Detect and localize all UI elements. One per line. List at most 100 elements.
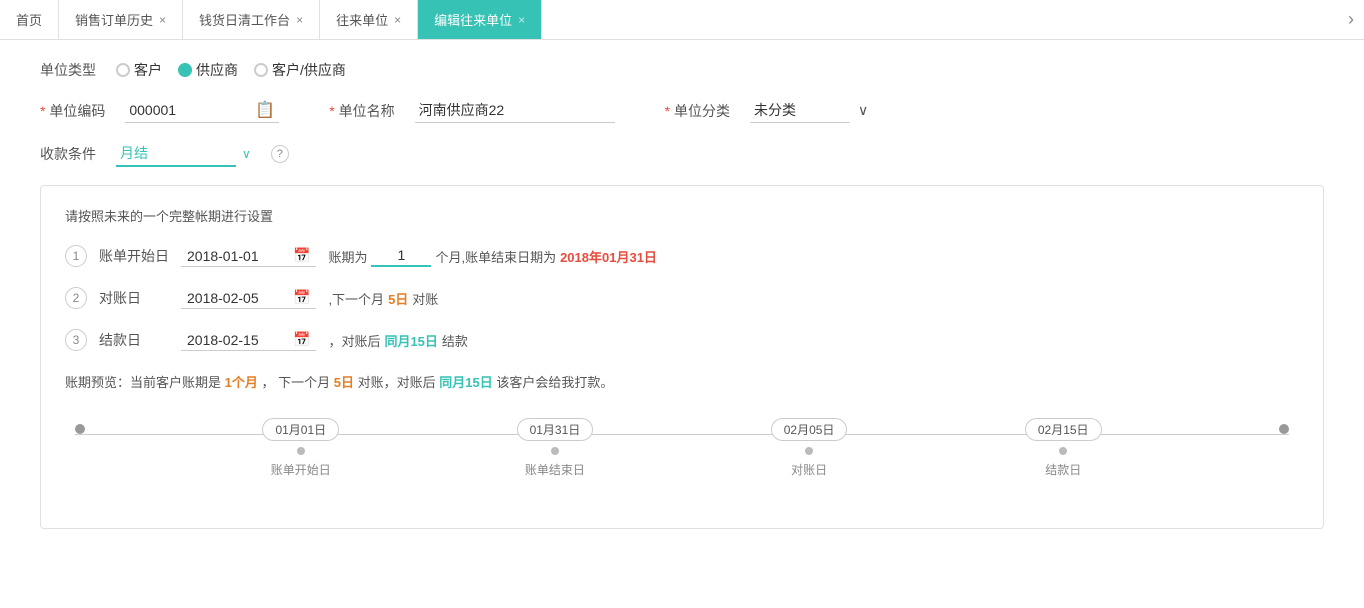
preview-reconcile-post: 对账，对账后 (358, 375, 436, 390)
step-1-desc-pre: 账期为 (328, 247, 367, 266)
step-2-date-input[interactable] (187, 290, 287, 306)
timeline-dot-2 (551, 447, 559, 455)
timeline-label-3: 对账日 (791, 461, 827, 478)
radio-both[interactable]: 客户/供应商 (254, 60, 346, 80)
step-3-desc-pre: ，对账后 (328, 331, 380, 350)
unit-type-label: 单位类型 (40, 60, 96, 80)
step-2-label: 对账日 (99, 288, 169, 308)
unit-code-icon[interactable]: 📋 (255, 100, 275, 120)
tab-partner-label: 往来单位 (336, 10, 388, 29)
preview-label: 账期预览：当前客户账期是 (65, 375, 221, 390)
panel-title: 请按照未来的一个完整帐期进行设置 (65, 206, 1299, 225)
radio-customer-label: 客户 (134, 60, 162, 80)
unit-code-field: 📋 (125, 98, 279, 123)
tab-cash-work-label: 钱货日清工作台 (199, 10, 290, 29)
settings-panel: 请按照未来的一个完整帐期进行设置 1 账单开始日 📅 账期为 个月,账单结束日期… (40, 185, 1324, 529)
step-2-desc: ,下一个月 5日 对账 (328, 289, 438, 308)
step-3-date-input[interactable] (187, 332, 287, 348)
preview-payment-day: 同月15日 (439, 375, 492, 390)
timeline-point-4: 02月15日 结款日 (1025, 418, 1102, 478)
tab-home[interactable]: 首页 (0, 0, 59, 39)
step-1-calendar-icon[interactable]: 📅 (293, 247, 310, 264)
step-3-highlight: 同月15日 (384, 331, 437, 350)
tab-partner[interactable]: 往来单位 × (320, 0, 418, 39)
tab-edit-partner-close[interactable]: × (518, 13, 525, 27)
timeline-label-2: 账单结束日 (525, 461, 585, 478)
tab-cash-work-close[interactable]: × (296, 13, 303, 27)
payment-condition-label: 收款条件 (40, 144, 96, 164)
tab-home-label: 首页 (16, 10, 42, 29)
unit-info-row: 单位编码 📋 单位名称 单位分类 ∨ (40, 98, 1324, 123)
timeline-points: 01月01日 账单开始日 01月31日 账单结束日 02月05日 对账日 (75, 418, 1289, 478)
preview-text: 账期预览：当前客户账期是 1个月 ， 下一个月 5日 对账，对账后 同月15日 … (65, 371, 1299, 394)
step-1-desc-mid: 个月,账单结束日期为 (435, 247, 556, 266)
timeline-label-4: 结款日 (1045, 461, 1081, 478)
tab-sales-history-close[interactable]: × (159, 13, 166, 27)
unit-code-input[interactable] (129, 102, 249, 118)
step-1-months-input[interactable] (371, 245, 431, 267)
unit-classify-label: 单位分类 (665, 101, 730, 121)
payment-help-icon[interactable]: ? (271, 145, 289, 163)
step-1-label: 账单开始日 (99, 246, 169, 266)
step-3-label: 结款日 (99, 330, 169, 350)
unit-name-label: 单位名称 (329, 101, 394, 121)
radio-both-circle (254, 63, 268, 77)
radio-supplier-label: 供应商 (196, 60, 238, 80)
payment-condition-input[interactable] (116, 141, 236, 167)
preview-reconcile-day: 5日 (334, 375, 354, 390)
radio-customer-circle (116, 63, 130, 77)
timeline-badge-2: 01月31日 (517, 418, 594, 441)
step-1-row: 1 账单开始日 📅 账期为 个月,账单结束日期为 2018年01月31日 (65, 245, 1299, 267)
tab-sales-history[interactable]: 销售订单历史 × (59, 0, 183, 39)
step-3-calendar-icon[interactable]: 📅 (293, 331, 310, 348)
tab-edit-partner[interactable]: 编辑往来单位 × (418, 0, 542, 39)
preview-suffix: 该客户会给我打款。 (496, 375, 613, 390)
tab-partner-close[interactable]: × (394, 13, 401, 27)
step-2-highlight: 5日 (388, 289, 408, 308)
step-3-num: 3 (65, 329, 87, 351)
step-3-row: 3 结款日 📅 ，对账后 同月15日 结款 (65, 329, 1299, 351)
timeline-badge-4: 02月15日 (1025, 418, 1102, 441)
step-2-calendar-icon[interactable]: 📅 (293, 289, 310, 306)
timeline-point-1: 01月01日 账单开始日 (262, 418, 339, 478)
radio-supplier-circle (178, 63, 192, 77)
unit-name-input[interactable] (415, 98, 615, 123)
step-1-date-field: 📅 (181, 245, 316, 267)
step-1-date-input[interactable] (187, 248, 287, 264)
timeline-badge-3: 02月05日 (771, 418, 848, 441)
timeline-dot-4 (1059, 447, 1067, 455)
step-2-num: 2 (65, 287, 87, 309)
timeline-point-2: 01月31日 账单结束日 (517, 418, 594, 478)
unit-classify-field: ∨ (750, 98, 868, 123)
step-2-row: 2 对账日 📅 ,下一个月 5日 对账 (65, 287, 1299, 309)
step-1-num: 1 (65, 245, 87, 267)
unit-type-row: 单位类型 客户 供应商 客户/供应商 (40, 60, 1324, 80)
main-content: 单位类型 客户 供应商 客户/供应商 单位编码 📋 单位名称 单位分类 (0, 40, 1364, 608)
timeline-label-1: 账单开始日 (271, 461, 331, 478)
preview-comma: ， (262, 375, 275, 390)
step-2-date-field: 📅 (181, 287, 316, 309)
unit-classify-arrow[interactable]: ∨ (858, 102, 868, 119)
step-3-desc-post: 结款 (442, 331, 468, 350)
step-2-desc-post: 对账 (412, 289, 438, 308)
step-1-end-date: 2018年01月31日 (560, 247, 657, 266)
timeline-right-end (1279, 418, 1289, 434)
timeline-right-dot (1279, 424, 1289, 434)
payment-condition-field: ∨ (116, 141, 251, 167)
tab-sales-history-label: 销售订单历史 (75, 10, 153, 29)
timeline-left-dot (75, 424, 85, 434)
tab-more-button[interactable]: › (1338, 9, 1364, 30)
preview-period: 1个月 (225, 375, 258, 390)
timeline-left-end (75, 418, 85, 434)
unit-classify-input[interactable] (750, 98, 850, 123)
tab-cash-work[interactable]: 钱货日清工作台 × (183, 0, 320, 39)
payment-condition-arrow[interactable]: ∨ (242, 147, 251, 161)
radio-customer[interactable]: 客户 (116, 60, 162, 80)
step-1-desc: 账期为 个月,账单结束日期为 2018年01月31日 (328, 245, 656, 267)
radio-supplier[interactable]: 供应商 (178, 60, 238, 80)
unit-type-radio-group: 客户 供应商 客户/供应商 (116, 60, 346, 80)
tab-edit-partner-label: 编辑往来单位 (434, 10, 512, 29)
timeline-dot-1 (297, 447, 305, 455)
step-2-desc-pre: ,下一个月 (328, 289, 384, 308)
unit-code-label: 单位编码 (40, 101, 105, 121)
